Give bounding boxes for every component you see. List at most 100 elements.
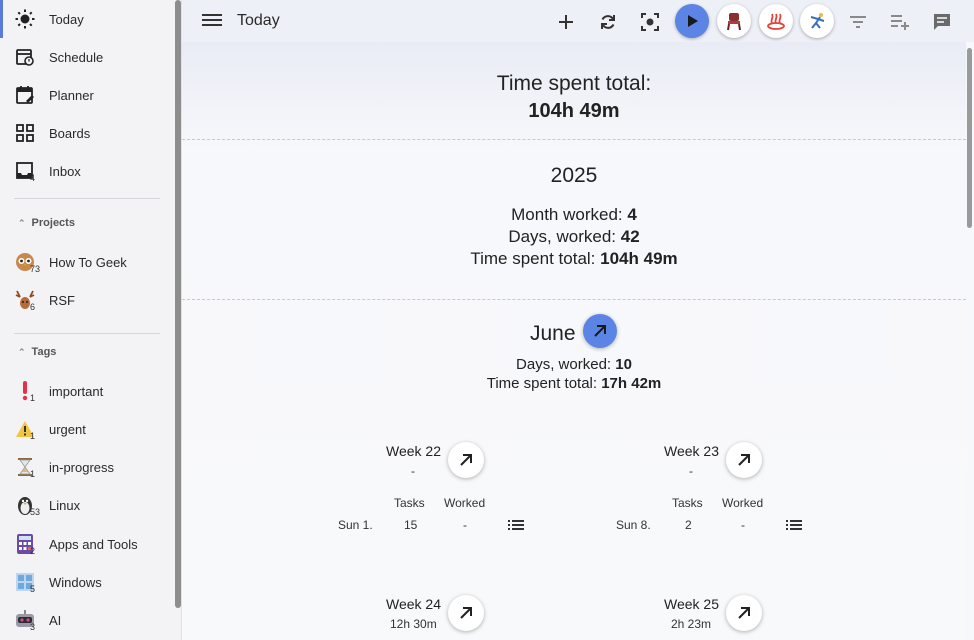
worked-header: Worked (444, 496, 486, 510)
tag-apps-and-tools[interactable]: 2 Apps and Tools (0, 525, 172, 563)
tag-label: Linux (49, 497, 81, 513)
arrow-up-right-icon (594, 325, 606, 337)
menu-icon[interactable] (202, 11, 222, 31)
nav-schedule[interactable]: Schedule (0, 38, 172, 76)
tag-count-badge: 53 (30, 507, 41, 517)
year-month-worked: Month worked: 4 (182, 204, 966, 226)
project-label: How To Geek (49, 254, 127, 270)
hot-springs-button[interactable] (759, 4, 793, 38)
week-worked: 12h 30m (390, 617, 437, 631)
top-bar: Today (182, 0, 974, 42)
tag-label: Apps and Tools (49, 536, 138, 552)
chair-button[interactable] (717, 4, 751, 38)
stat-label: Month worked: (511, 205, 623, 224)
month-export-button[interactable] (583, 314, 617, 348)
notes-button[interactable] (926, 6, 958, 38)
day-tasks-count: 15 (404, 518, 418, 532)
hot-springs-icon (767, 13, 785, 30)
arrow-up-right-icon (738, 454, 750, 466)
play-button[interactable] (675, 4, 709, 38)
tag-windows[interactable]: 5 Windows (0, 563, 172, 601)
playlist-add-icon (891, 15, 909, 30)
calendar-clock-icon (14, 46, 36, 68)
day-label: Sun 1. (338, 518, 373, 532)
chair-icon (727, 13, 741, 31)
nav-boards[interactable]: Boards (0, 114, 172, 152)
page-title: Today (237, 12, 280, 29)
stat-label: Days, worked: (508, 227, 617, 246)
chevron-up-icon: ⌃ (18, 346, 26, 357)
week-title: Week 22 (386, 443, 441, 459)
project-rsf[interactable]: 6 RSF (0, 281, 172, 319)
stat-value: 10 (615, 356, 632, 373)
year-days-worked: Days, worked: 42 (182, 226, 966, 248)
total-time-title: Time spent total: (496, 72, 652, 95)
nav-label: Schedule (49, 49, 104, 65)
add-task-button[interactable] (550, 6, 582, 38)
add-list-button[interactable] (884, 6, 916, 38)
main-scrollbar[interactable] (967, 48, 972, 228)
inbox-count-badge: 4 (30, 173, 36, 183)
tag-label: important (49, 383, 104, 399)
divider (14, 198, 160, 199)
divider (182, 139, 966, 140)
year-time-spent: Time spent total: 104h 49m (182, 248, 966, 270)
week-title: Week 24 (386, 596, 441, 612)
tag-ai[interactable]: 3 AI (0, 601, 172, 639)
tag-count-badge: 1 (30, 469, 36, 479)
nav-inbox[interactable]: 4 Inbox (0, 152, 172, 190)
task-list-icon[interactable] (508, 520, 524, 532)
week-export-button[interactable] (448, 595, 484, 631)
sync-button[interactable] (592, 6, 624, 38)
arrow-up-right-icon (738, 607, 750, 619)
week-worked: - (689, 464, 693, 478)
stat-value: 4 (627, 205, 637, 224)
projects-heading[interactable]: ⌃ Projects (18, 217, 75, 229)
add-icon (559, 15, 573, 29)
tag-count-badge: 5 (30, 584, 36, 594)
week-export-button[interactable] (448, 442, 484, 478)
sidebar-scrollbar[interactable] (175, 0, 181, 608)
sync-icon (601, 15, 615, 29)
dance-icon (810, 13, 825, 29)
tag-important[interactable]: 1 important (0, 372, 172, 410)
day-label: Sun 8. (616, 518, 651, 532)
play-icon (688, 15, 698, 27)
year-label: 2025 (550, 164, 598, 187)
tag-label: in-progress (49, 459, 115, 475)
task-list-icon[interactable] (786, 520, 802, 532)
total-time-value: 104h 49m (528, 100, 620, 122)
tasks-header: Tasks (394, 496, 425, 510)
chevron-up-icon: ⌃ (18, 217, 26, 228)
sidebar: Today Schedule Planner Boards 4 Inbox ⌃ … (0, 0, 182, 640)
project-count-badge: 73 (30, 264, 41, 274)
stat-label: Days, worked: (516, 356, 612, 373)
tag-linux[interactable]: 53 Linux (0, 486, 172, 524)
tag-urgent[interactable]: 1 urgent (0, 410, 172, 448)
projects-heading-label: Projects (31, 217, 75, 229)
project-how-to-geek[interactable]: 73 How To Geek (0, 243, 172, 281)
week-export-button[interactable] (726, 595, 762, 631)
tags-heading[interactable]: ⌃ Tags (18, 346, 56, 358)
tag-label: urgent (49, 421, 86, 437)
sun-icon (14, 8, 36, 30)
focus-mode-button[interactable] (634, 6, 666, 38)
tag-in-progress[interactable]: 1 in-progress (0, 448, 172, 486)
focus-icon (641, 13, 659, 31)
worked-header: Worked (722, 496, 764, 510)
nav-planner[interactable]: Planner (0, 76, 172, 114)
arrow-up-right-icon (460, 454, 472, 466)
month-days-worked: Days, worked: 10 (182, 355, 966, 374)
grid-icon (14, 122, 36, 144)
filter-icon (850, 16, 866, 28)
stat-label: Time spent total: (486, 375, 598, 392)
stat-value: 17h 42m (601, 375, 662, 392)
nav-today[interactable]: Today (0, 0, 172, 38)
filter-button[interactable] (842, 6, 874, 38)
week-export-button[interactable] (726, 442, 762, 478)
dance-button[interactable] (800, 4, 834, 38)
week-title: Week 25 (664, 596, 719, 612)
tags-heading-label: Tags (31, 346, 57, 358)
calendar-edit-icon (14, 84, 36, 106)
nav-label: Inbox (49, 163, 81, 179)
